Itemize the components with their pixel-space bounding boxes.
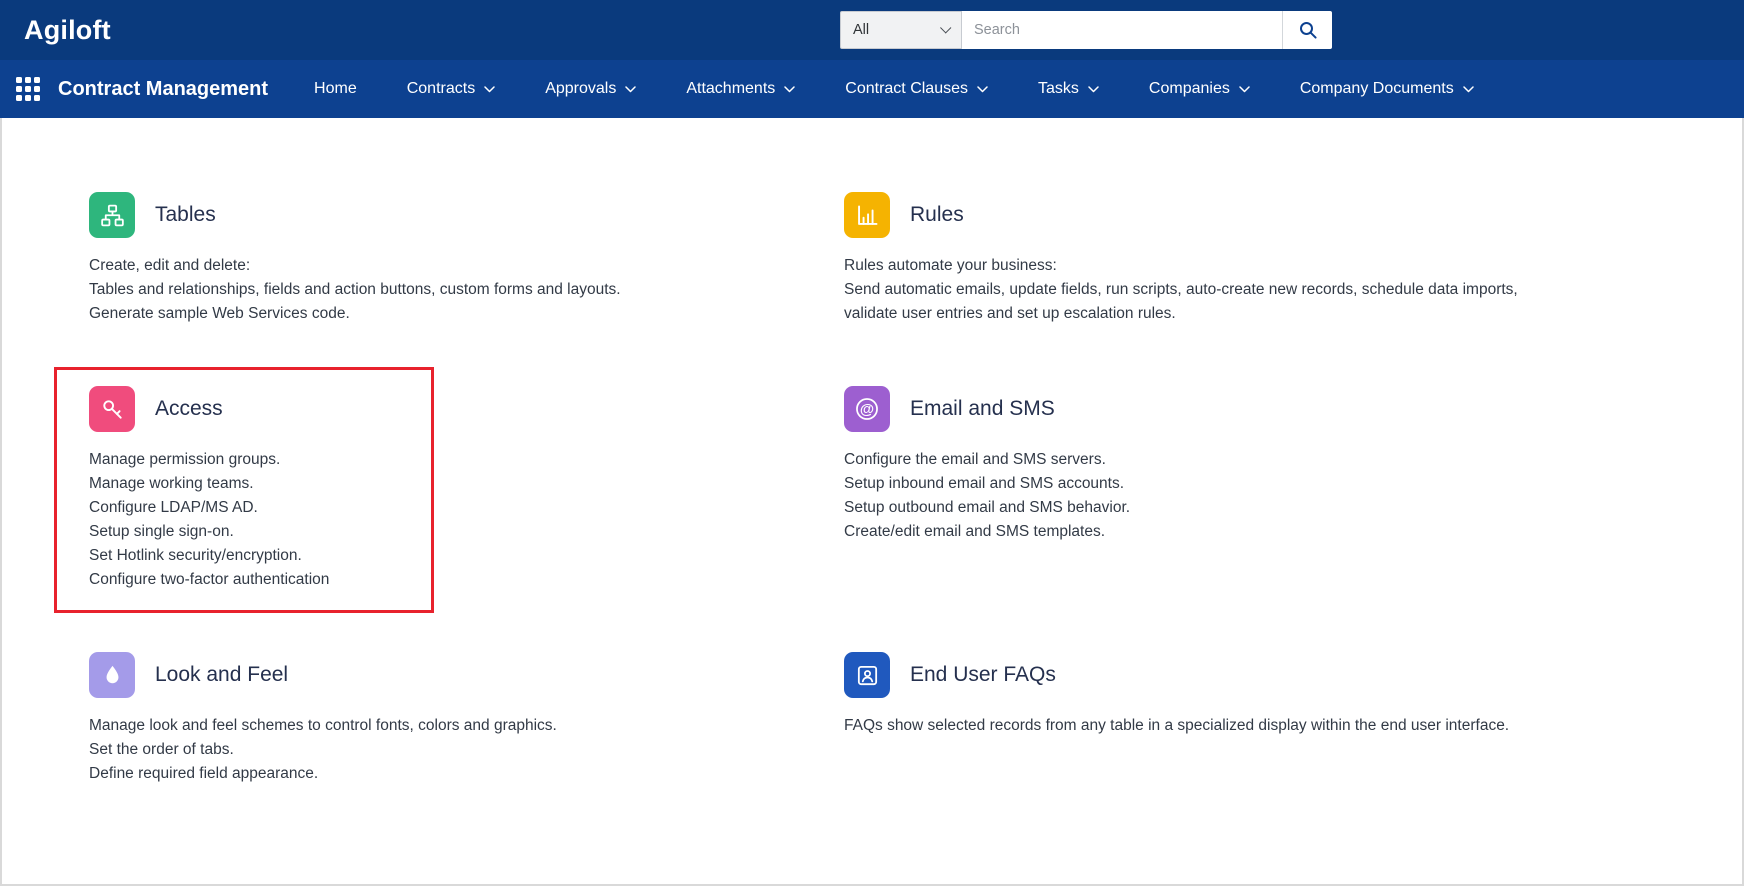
search-input[interactable]	[962, 11, 1282, 49]
card-line: Create/edit email and SMS templates.	[844, 523, 1106, 540]
card-end-user-faqs: End User FAQs FAQs show selected records…	[844, 652, 1702, 738]
card-access-description: Manage permission groups. Manage working…	[89, 448, 411, 592]
card-rules-header[interactable]: Rules	[844, 192, 1702, 238]
nav-item-label: Companies	[1148, 80, 1230, 97]
chevron-down-icon	[940, 22, 952, 34]
setup-grid: Tables Create, edit and delete: Tables a…	[54, 192, 1702, 786]
card-line: Create, edit and delete:	[89, 257, 251, 274]
card-line: Setup inbound email and SMS accounts.	[844, 475, 1125, 492]
card-email-sms: @ Email and SMS Configure the email and …	[844, 386, 1702, 544]
card-email-sms-title[interactable]: Email and SMS	[910, 397, 1055, 421]
card-line: Setup outbound email and SMS behavior.	[844, 499, 1131, 516]
chevron-down-icon	[484, 85, 495, 92]
nav-item-contracts[interactable]: Contracts	[407, 80, 495, 98]
nav-item-contract-clauses[interactable]: Contract Clauses	[845, 80, 988, 98]
nav-item-label: Tasks	[1038, 80, 1079, 97]
card-rules-description: Rules automate your business: Send autom…	[844, 254, 1544, 326]
chevron-down-icon	[784, 85, 796, 92]
card-tables-description: Create, edit and delete: Tables and rela…	[89, 254, 844, 326]
card-look-and-feel-title[interactable]: Look and Feel	[155, 663, 288, 687]
card-line: Set Hotlink security/encryption.	[89, 547, 302, 564]
card-line: Set the order of tabs.	[89, 741, 234, 758]
app-grid-icon[interactable]	[16, 77, 40, 101]
chevron-down-icon	[1462, 85, 1474, 92]
card-line: Generate sample Web Services code.	[89, 305, 350, 322]
id-card-icon[interactable]	[844, 652, 890, 698]
nav-item-label: Contracts	[406, 80, 476, 97]
nav-item-company-documents[interactable]: Company Documents	[1300, 80, 1474, 98]
card-line: Send automatic emails, update fields, ru…	[844, 281, 1518, 322]
agiloft-logo[interactable]: Agiloft	[24, 15, 111, 46]
card-line: Define required field appearance.	[89, 765, 319, 782]
nav-item-label: Approvals	[545, 80, 617, 97]
card-tables-header[interactable]: Tables	[89, 192, 844, 238]
nav-item-label: Contract Clauses	[845, 80, 968, 97]
search-scope-select[interactable]: All	[840, 11, 962, 49]
nav-item-label: Company Documents	[1299, 80, 1454, 97]
card-line: Manage look and feel schemes to control …	[89, 717, 557, 734]
setup-page: Tables Create, edit and delete: Tables a…	[0, 118, 1744, 886]
card-look-and-feel: Look and Feel Manage look and feel schem…	[89, 652, 844, 786]
search-scope-value: All	[853, 22, 870, 38]
card-line: Manage working teams.	[89, 475, 254, 492]
card-access-header[interactable]: Access	[89, 386, 411, 432]
card-line: Manage permission groups.	[89, 451, 281, 468]
nav-item-label: Attachments	[686, 80, 776, 97]
chevron-down-icon	[1088, 85, 1099, 92]
top-bar: Agiloft All	[0, 0, 1744, 60]
nav-item-companies[interactable]: Companies	[1149, 80, 1250, 98]
access-highlight-box: Access Manage permission groups. Manage …	[54, 367, 434, 613]
card-look-and-feel-description: Manage look and feel schemes to control …	[89, 714, 844, 786]
svg-text:@: @	[860, 402, 874, 418]
card-end-user-faqs-header[interactable]: End User FAQs	[844, 652, 1702, 698]
chart-icon[interactable]	[844, 192, 890, 238]
main-nav-bar: Contract Management Home Contracts Appro…	[0, 60, 1744, 118]
card-rules: Rules Rules automate your business: Send…	[844, 192, 1702, 326]
droplet-icon[interactable]	[89, 652, 135, 698]
search-icon	[1299, 22, 1317, 39]
card-line: Configure two-factor authentication	[89, 571, 330, 588]
card-rules-title[interactable]: Rules	[910, 203, 964, 227]
at-sign-icon[interactable]: @	[844, 386, 890, 432]
card-tables: Tables Create, edit and delete: Tables a…	[89, 192, 844, 326]
card-line: Configure the email and SMS servers.	[844, 451, 1106, 468]
chevron-down-icon	[977, 85, 988, 92]
card-line: Rules automate your business:	[844, 257, 1057, 274]
chevron-down-icon	[1239, 85, 1250, 92]
card-line: Configure LDAP/MS AD.	[89, 499, 258, 516]
search-button[interactable]	[1282, 11, 1332, 49]
nav-item-home[interactable]: Home	[314, 80, 357, 98]
card-email-sms-header[interactable]: @ Email and SMS	[844, 386, 1702, 432]
card-end-user-faqs-title[interactable]: End User FAQs	[910, 663, 1056, 687]
global-search: All	[840, 11, 1332, 49]
card-tables-title[interactable]: Tables	[155, 203, 216, 227]
nav-item-label: Home	[314, 80, 357, 97]
card-email-sms-description: Configure the email and SMS servers. Set…	[844, 448, 1544, 544]
app-title: Contract Management	[58, 77, 269, 100]
chevron-down-icon	[625, 85, 637, 92]
card-line: Tables and relationships, fields and act…	[89, 281, 621, 298]
nav-item-attachments[interactable]: Attachments	[686, 80, 796, 98]
key-icon[interactable]	[89, 386, 135, 432]
card-access-title[interactable]: Access	[155, 397, 223, 421]
nav-item-tasks[interactable]: Tasks	[1038, 80, 1099, 98]
card-end-user-faqs-description: FAQs show selected records from any tabl…	[844, 714, 1544, 738]
card-access: Access Manage permission groups. Manage …	[89, 386, 411, 592]
card-line: Setup single sign-on.	[89, 523, 234, 540]
nav-items: Home Contracts Approvals Attachments Con…	[314, 80, 1728, 98]
card-look-and-feel-header[interactable]: Look and Feel	[89, 652, 844, 698]
sitemap-icon[interactable]	[89, 192, 135, 238]
card-line: FAQs show selected records from any tabl…	[844, 717, 1510, 734]
nav-item-approvals[interactable]: Approvals	[545, 80, 637, 98]
